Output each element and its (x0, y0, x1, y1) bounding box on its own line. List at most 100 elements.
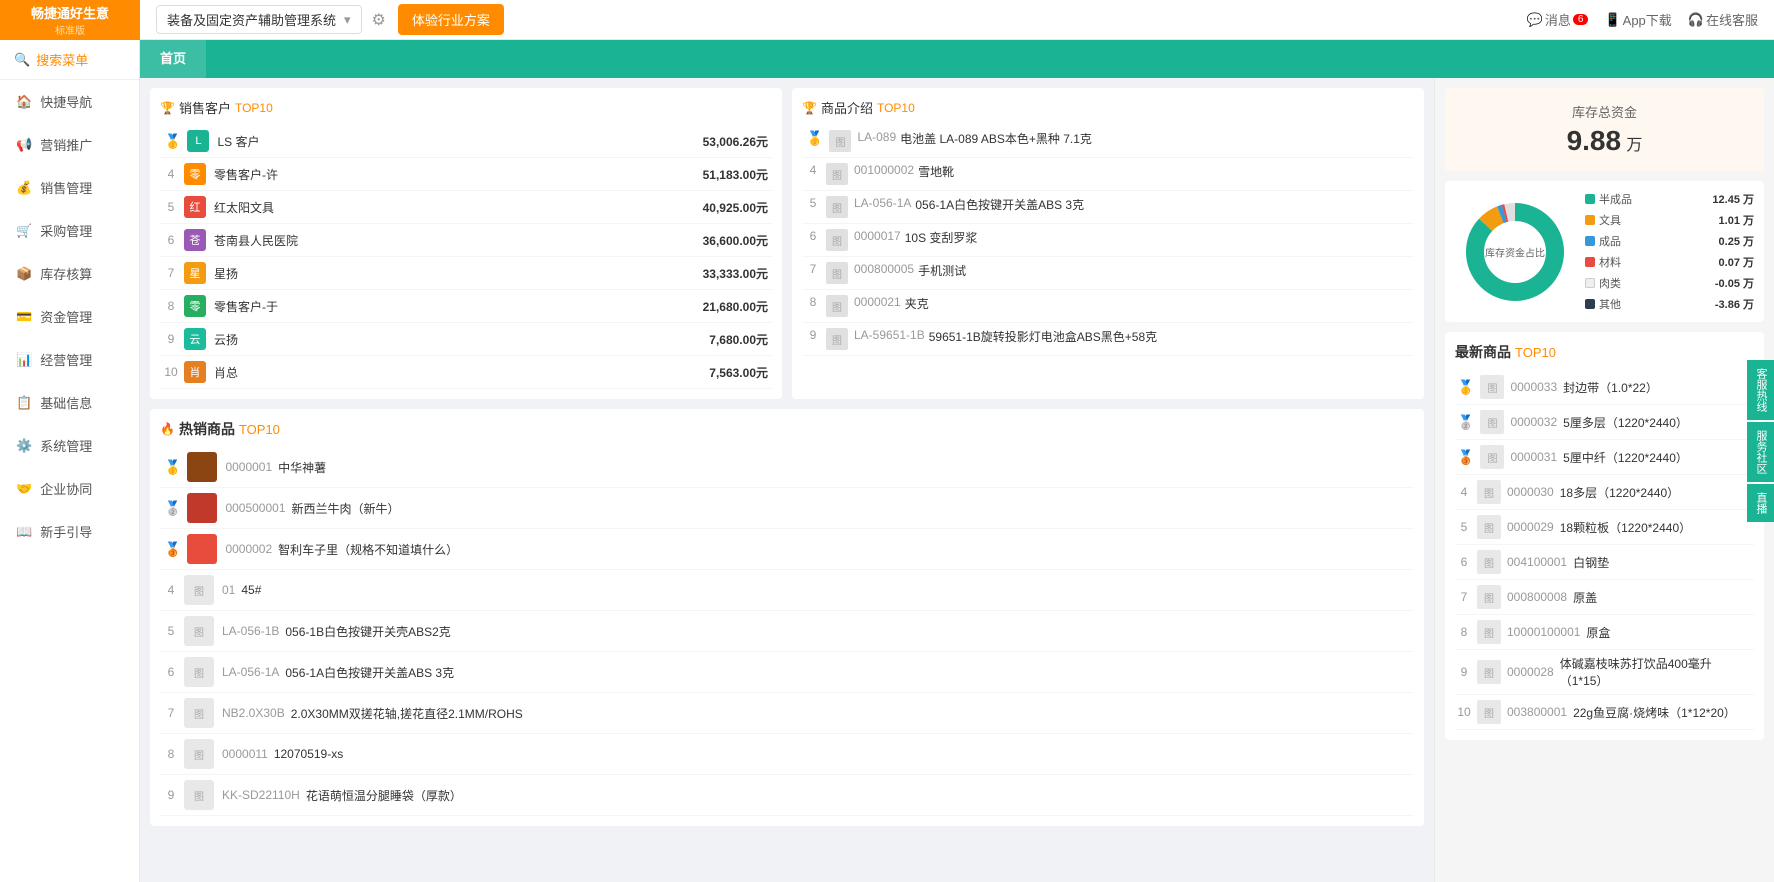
prod-name: 夹克 (905, 295, 929, 312)
top-customers-title: 销售客户 (179, 98, 231, 117)
prod-thumb: 图 (826, 295, 848, 317)
service-live-btn[interactable]: 直播 (1747, 484, 1774, 522)
donut-chart: 库存资金占比 (1455, 192, 1575, 312)
marketing-label: 营销推广 (40, 135, 92, 154)
customer-avatar: 零 (184, 163, 206, 185)
hot-products-card: 🔥 热销商品 TOP10 🥇 0000001 中华神薯 🥈 00 (150, 409, 1424, 826)
rank-num: 7 (1457, 590, 1471, 604)
new-prod-name: 体碱嘉枝味苏打饮品400毫升（1*15） (1560, 655, 1752, 689)
rank-num: 8 (164, 747, 178, 761)
rank-num: 9 (1457, 665, 1471, 679)
legend-name: 肉类 (1599, 275, 1715, 291)
new-prod-thumb: 图 (1477, 700, 1501, 724)
customer-name: 云扬 (214, 331, 709, 348)
sidebar-item-system[interactable]: ⚙️ 系统管理 (0, 424, 139, 467)
app-download-btn[interactable]: 📱 App下载 (1604, 10, 1671, 29)
basics-icon: 📋 (16, 395, 32, 411)
gear-icon[interactable]: ⚙ (372, 10, 386, 30)
prod-name: 056-1A白色按键开关盖ABS 3克 (285, 664, 454, 681)
prod-code: 0000001 (225, 460, 272, 474)
product-thumbnail: 图 (184, 739, 214, 769)
legend-name: 成品 (1599, 233, 1719, 249)
right-panel: 库存总资金 9.88 万 (1434, 78, 1774, 882)
system-icon: ⚙️ (16, 438, 32, 454)
service-buttons: 客服热线 服务社区 直播 (1747, 360, 1774, 522)
rank-num: 9 (164, 332, 178, 346)
new-prod-name: 22g鱼豆腐·烧烤味（1*12*20） (1573, 704, 1752, 721)
sidebar-item-finance[interactable]: 💳 资金管理 (0, 295, 139, 338)
inventory-total-card: 库存总资金 9.88 万 (1445, 88, 1764, 171)
customer-avatar: 零 (184, 295, 206, 317)
logo-title: 畅捷通好生意 (31, 3, 109, 22)
customer-name: 零售客户-于 (214, 298, 703, 315)
prod-code: 0000011 (222, 747, 268, 761)
new-prod-top10: TOP10 (1515, 345, 1556, 360)
topbar-right: 💬 消息 6 📱 App下载 🎧 在线客服 (1527, 10, 1774, 29)
service-community-btn[interactable]: 服务社区 (1747, 422, 1774, 482)
rank-num: 4 (164, 583, 178, 597)
rank-num: 5 (164, 200, 178, 214)
legend-item: 肉类 -0.05 万 (1585, 275, 1754, 291)
new-prod-row: 8 图 10000100001 原盒 (1455, 615, 1754, 650)
prod-name: 10S 变刮罗浆 (905, 229, 978, 246)
top-customers-top10: TOP10 (235, 101, 273, 115)
prod-name: 12070519-xs (274, 747, 343, 761)
new-prod-row: 9 图 0000028 体碱嘉枝味苏打饮品400毫升（1*15） (1455, 650, 1754, 695)
system-selector[interactable]: 装备及固定资产辅助管理系统 ▾ (156, 5, 362, 34)
new-prod-code: 0000030 (1507, 485, 1554, 499)
new-prod-code: 0000033 (1510, 380, 1557, 394)
new-prod-code: 0000032 (1510, 415, 1557, 429)
rank-num: 9 (164, 788, 178, 802)
legend-item: 材料 0.07 万 (1585, 254, 1754, 270)
table-row: 6 图 0000017 10S 变刮罗浆 (802, 224, 1414, 257)
sidebar: 🔍 搜索菜单 🏠 快捷导航 📢 营销推广 💰 销售管理 🛒 采购管理 📦 库存核… (0, 40, 140, 882)
tab-home[interactable]: 首页 (140, 40, 206, 78)
sidebar-item-sales[interactable]: 💰 销售管理 (0, 166, 139, 209)
rank-num: 6 (1457, 555, 1471, 569)
trial-button[interactable]: 体验行业方案 (398, 4, 504, 35)
sidebar-search[interactable]: 🔍 搜索菜单 (0, 40, 139, 80)
prod-name: 056-1B白色按键开关壳ABS2克 (285, 623, 450, 640)
service-hotline-btn[interactable]: 客服热线 (1747, 360, 1774, 420)
finance-label: 资金管理 (40, 307, 92, 326)
product-thumbnail (187, 452, 217, 482)
sidebar-item-inventory[interactable]: 📦 库存核算 (0, 252, 139, 295)
online-service-btn[interactable]: 🎧 在线客服 (1688, 10, 1758, 29)
medal-icon: 🥉 (1457, 449, 1474, 466)
sidebar-item-quick-nav[interactable]: 🏠 快捷导航 (0, 80, 139, 123)
legend-item: 半成品 12.45 万 (1585, 191, 1754, 207)
prod-name: 056-1A白色按键开关盖ABS 3克 (915, 196, 1084, 213)
sales-icon: 💰 (16, 180, 32, 196)
prod-code: NB2.0X30B (222, 706, 285, 720)
trophy-icon: 🏆 (160, 101, 175, 115)
sidebar-item-basics[interactable]: 📋 基础信息 (0, 381, 139, 424)
list-item: 5 图 LA-056-1B 056-1B白色按键开关壳ABS2克 (160, 611, 1414, 652)
headset-icon: 🎧 (1688, 12, 1704, 28)
customer-name: LS 客户 (217, 133, 702, 150)
collab-label: 企业协同 (40, 479, 92, 498)
table-row: 9 云 云扬 7,680.00元 (160, 323, 772, 356)
quick-nav-icon: 🏠 (16, 94, 32, 110)
new-prod-title: 最新商品 (1455, 342, 1511, 362)
collab-icon: 🤝 (16, 481, 32, 497)
logo: 畅捷通好生意 标准版 (0, 0, 140, 40)
sidebar-item-purchase[interactable]: 🛒 采购管理 (0, 209, 139, 252)
message-btn[interactable]: 💬 消息 6 (1527, 10, 1589, 29)
table-row: 🥇 L LS 客户 53,006.26元 (160, 125, 772, 158)
customer-amount: 21,680.00元 (703, 298, 768, 315)
customer-avatar: 红 (184, 196, 206, 218)
message-badge: 6 (1573, 14, 1589, 25)
sidebar-item-guide[interactable]: 📖 新手引导 (0, 510, 139, 553)
legend-name: 半成品 (1599, 191, 1712, 207)
customer-amount: 7,680.00元 (709, 331, 768, 348)
top-products-right-card: 🏆 商品介绍 TOP10 🥇 图 LA-089 电池盖 LA-089 ABS本色… (792, 88, 1424, 399)
list-item: 4 图 01 45# (160, 570, 1414, 611)
prod-name: 45# (241, 583, 261, 597)
sidebar-item-marketing[interactable]: 📢 营销推广 (0, 123, 139, 166)
sidebar-item-collab[interactable]: 🤝 企业协同 (0, 467, 139, 510)
new-prod-code: 0000031 (1510, 450, 1557, 464)
new-prod-name: 5厘中纤（1220*2440） (1563, 449, 1752, 466)
inventory-icon: 📦 (16, 266, 32, 282)
rank-num: 6 (164, 665, 178, 679)
sidebar-item-operations[interactable]: 📊 经营管理 (0, 338, 139, 381)
